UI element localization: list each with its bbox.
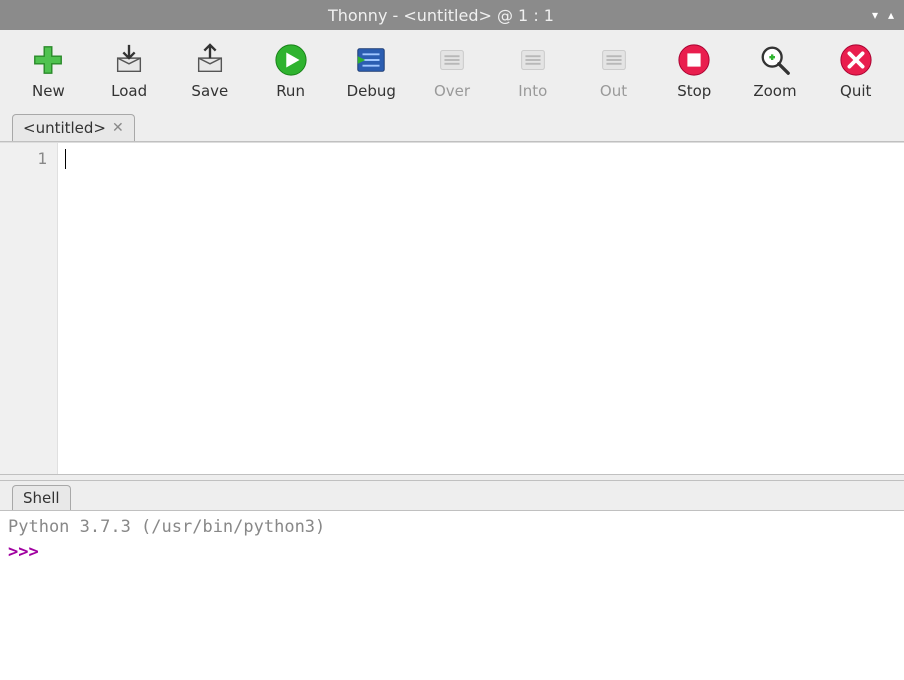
tool-label: Over [434, 82, 470, 100]
tool-label: Zoom [753, 82, 796, 100]
play-icon [273, 42, 309, 78]
line-number: 1 [0, 149, 47, 168]
close-icon [838, 42, 874, 78]
step-out-button: Out [573, 40, 654, 102]
step-into-button: Into [492, 40, 573, 102]
step-into-icon [515, 42, 551, 78]
run-button[interactable]: Run [250, 40, 331, 102]
step-over-button: Over [412, 40, 493, 102]
plus-icon [30, 42, 66, 78]
editor-tab-label: <untitled> [23, 119, 106, 137]
new-button[interactable]: New [8, 40, 89, 102]
tool-label: Into [518, 82, 547, 100]
shell-panel: Shell Python 3.7.3 (/usr/bin/python3) >>… [0, 480, 904, 680]
load-icon [111, 42, 147, 78]
save-icon [192, 42, 228, 78]
maximize-icon[interactable]: ▴ [888, 8, 894, 22]
stop-icon [676, 42, 712, 78]
tab-close-icon[interactable]: ✕ [112, 120, 124, 136]
tool-label: Quit [840, 82, 871, 100]
python-version-line: Python 3.7.3 (/usr/bin/python3) [8, 515, 896, 540]
load-button[interactable]: Load [89, 40, 170, 102]
tool-label: Out [600, 82, 627, 100]
tool-label: Run [276, 82, 305, 100]
step-over-icon [434, 42, 470, 78]
tool-label: Load [111, 82, 147, 100]
toolbar: New Load Save Run [0, 30, 904, 106]
stop-button[interactable]: Stop [654, 40, 735, 102]
shell-tab[interactable]: Shell [12, 485, 71, 510]
editor-tab[interactable]: <untitled> ✕ [12, 114, 135, 141]
text-cursor [65, 149, 66, 169]
shell-prompt: >>> [8, 542, 39, 562]
tool-label: Debug [347, 82, 396, 100]
minimize-icon[interactable]: ▾ [872, 8, 878, 22]
line-number-gutter: 1 [0, 143, 58, 474]
zoom-button[interactable]: Zoom [735, 40, 816, 102]
editor-tabs: <untitled> ✕ [0, 106, 904, 142]
step-out-icon [596, 42, 632, 78]
editor-area: 1 [0, 142, 904, 474]
shell-output[interactable]: Python 3.7.3 (/usr/bin/python3) >>> [0, 511, 904, 680]
window-title: Thonny - <untitled> @ 1 : 1 [10, 6, 872, 25]
debug-button[interactable]: Debug [331, 40, 412, 102]
titlebar: Thonny - <untitled> @ 1 : 1 ▾ ▴ [0, 0, 904, 30]
tool-label: New [32, 82, 65, 100]
quit-button[interactable]: Quit [815, 40, 896, 102]
window-controls: ▾ ▴ [872, 8, 894, 22]
zoom-icon [757, 42, 793, 78]
save-button[interactable]: Save [169, 40, 250, 102]
tool-label: Save [191, 82, 228, 100]
tool-label: Stop [677, 82, 711, 100]
code-editor[interactable] [58, 143, 904, 474]
shell-tabs: Shell [0, 481, 904, 511]
debug-icon [353, 42, 389, 78]
